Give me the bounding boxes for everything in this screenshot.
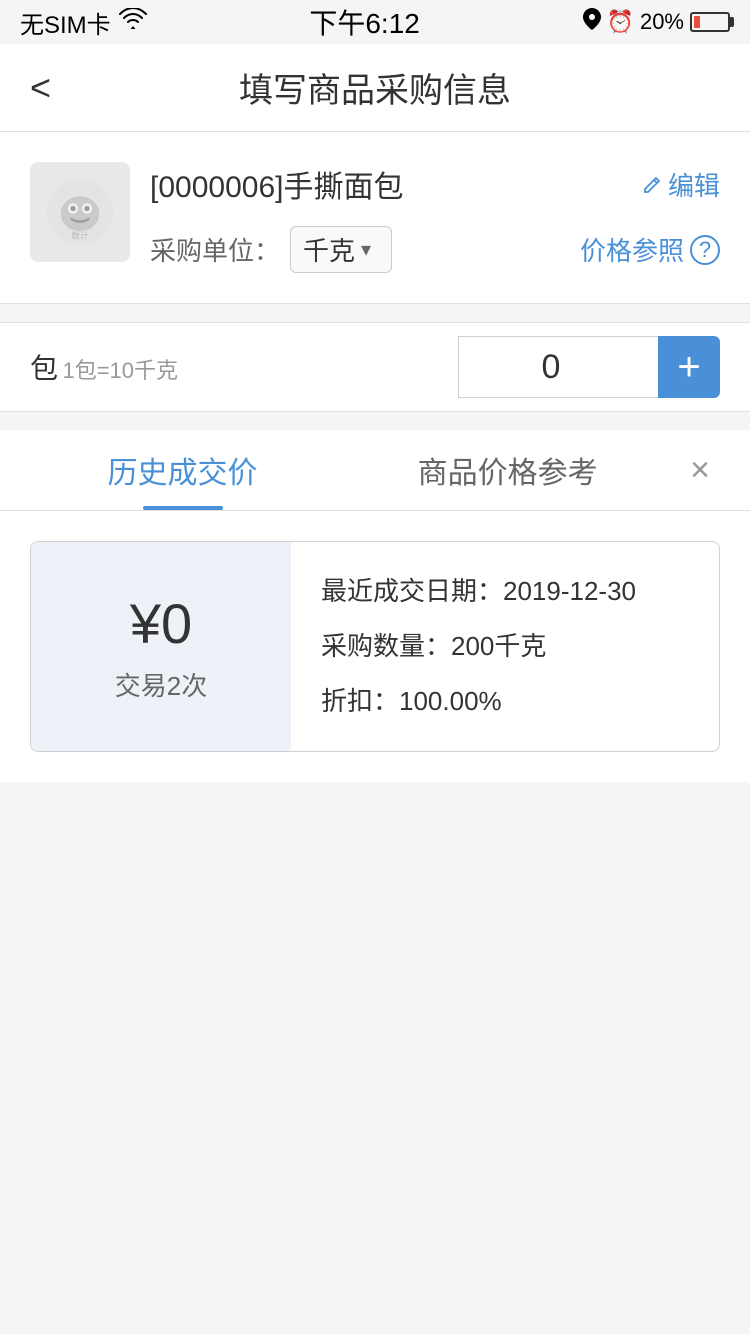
- price-card: ¥0 交易2次 最近成交日期：2019-12-30 采购数量：200千克 折扣：…: [30, 541, 720, 752]
- product-full-name: [0000006]手撕面包: [150, 162, 403, 206]
- quantity-detail-label: 采购数量：: [321, 631, 451, 661]
- quantity-section: 包 1包=10千克 +: [0, 322, 750, 412]
- product-section: 数计 [0000006]手撕面包 编辑 采购单位： 千克: [0, 132, 750, 304]
- alarm-icon: ⏰: [607, 9, 634, 35]
- recent-date-value: 2019-12-30: [503, 576, 636, 606]
- package-sub: 1包=10千克: [62, 358, 178, 383]
- unit-label: 采购单位：: [150, 231, 280, 268]
- page: 无SIM卡 下午6:12 ⏰ 20%: [0, 0, 750, 1334]
- price-card-container: ¥0 交易2次 最近成交日期：2019-12-30 采购数量：200千克 折扣：…: [0, 511, 750, 782]
- quantity-label-group: 包 1包=10千克: [30, 347, 178, 387]
- wifi-icon: [119, 8, 147, 37]
- unit-value: 千克: [303, 231, 355, 268]
- carrier-text: 无SIM卡: [20, 5, 111, 40]
- discount-label: 折扣：: [321, 686, 399, 716]
- battery-icon: [690, 12, 730, 32]
- status-right: ⏰ 20%: [583, 8, 730, 36]
- quantity-detail-value: 200千克: [451, 631, 546, 661]
- location-icon: [583, 8, 601, 36]
- tab-bar: 历史成交价 商品价格参考 ×: [0, 430, 750, 511]
- tab-close-button[interactable]: ×: [670, 441, 730, 500]
- price-count: 交易2次: [115, 666, 207, 703]
- quantity-input-group: +: [458, 336, 720, 398]
- status-left: 无SIM卡: [20, 5, 147, 40]
- product-info: [0000006]手撕面包 编辑 采购单位： 千克 ▾: [150, 162, 720, 273]
- nav-bar: < 填写商品采购信息: [0, 44, 750, 132]
- unit-select[interactable]: 千克 ▾: [290, 226, 392, 273]
- recent-date-row: 最近成交日期：2019-12-30: [321, 572, 689, 611]
- quantity-input[interactable]: [458, 336, 658, 398]
- battery-fill: [694, 16, 700, 28]
- discount-value: 100.00%: [399, 686, 502, 716]
- product-thumbnail-icon: 数计: [45, 177, 115, 247]
- price-amount: ¥0: [130, 591, 192, 656]
- product-name-row: [0000006]手撕面包 编辑: [150, 162, 720, 206]
- bottom-panel: 历史成交价 商品价格参考 × ¥0 交易2次 最近成交日期：2019-12-30: [0, 430, 750, 782]
- price-card-left: ¥0 交易2次: [31, 542, 291, 751]
- recent-date-label: 最近成交日期：: [321, 576, 503, 606]
- price-value: 0: [161, 592, 192, 655]
- page-title: 填写商品采购信息: [239, 63, 511, 112]
- status-bar: 无SIM卡 下午6:12 ⏰ 20%: [0, 0, 750, 44]
- price-ref-label: 价格参照: [580, 231, 684, 268]
- quantity-row: 采购数量：200千克: [321, 627, 689, 666]
- edit-button[interactable]: 编辑: [642, 166, 720, 203]
- quantity-plus-button[interactable]: +: [658, 336, 720, 398]
- edit-icon: [642, 173, 664, 195]
- price-ref-button[interactable]: 价格参照 ?: [580, 231, 720, 268]
- product-image: 数计: [30, 162, 130, 262]
- price-card-right: 最近成交日期：2019-12-30 采购数量：200千克 折扣：100.00%: [291, 542, 719, 751]
- package-label: 包: [30, 353, 58, 384]
- currency-symbol: ¥: [130, 592, 161, 655]
- battery-percent: 20%: [640, 9, 684, 35]
- back-button[interactable]: <: [30, 67, 51, 109]
- question-icon: ?: [690, 235, 720, 265]
- status-time: 下午6:12: [309, 2, 420, 42]
- tab-price-ref[interactable]: 商品价格参考: [345, 430, 670, 510]
- tab-history-price[interactable]: 历史成交价: [20, 430, 345, 510]
- chevron-down-icon: ▾: [361, 237, 371, 262]
- unit-row: 采购单位： 千克 ▾ 价格参照 ?: [150, 226, 720, 273]
- discount-row: 折扣：100.00%: [321, 682, 689, 721]
- svg-text:数计: 数计: [71, 229, 89, 240]
